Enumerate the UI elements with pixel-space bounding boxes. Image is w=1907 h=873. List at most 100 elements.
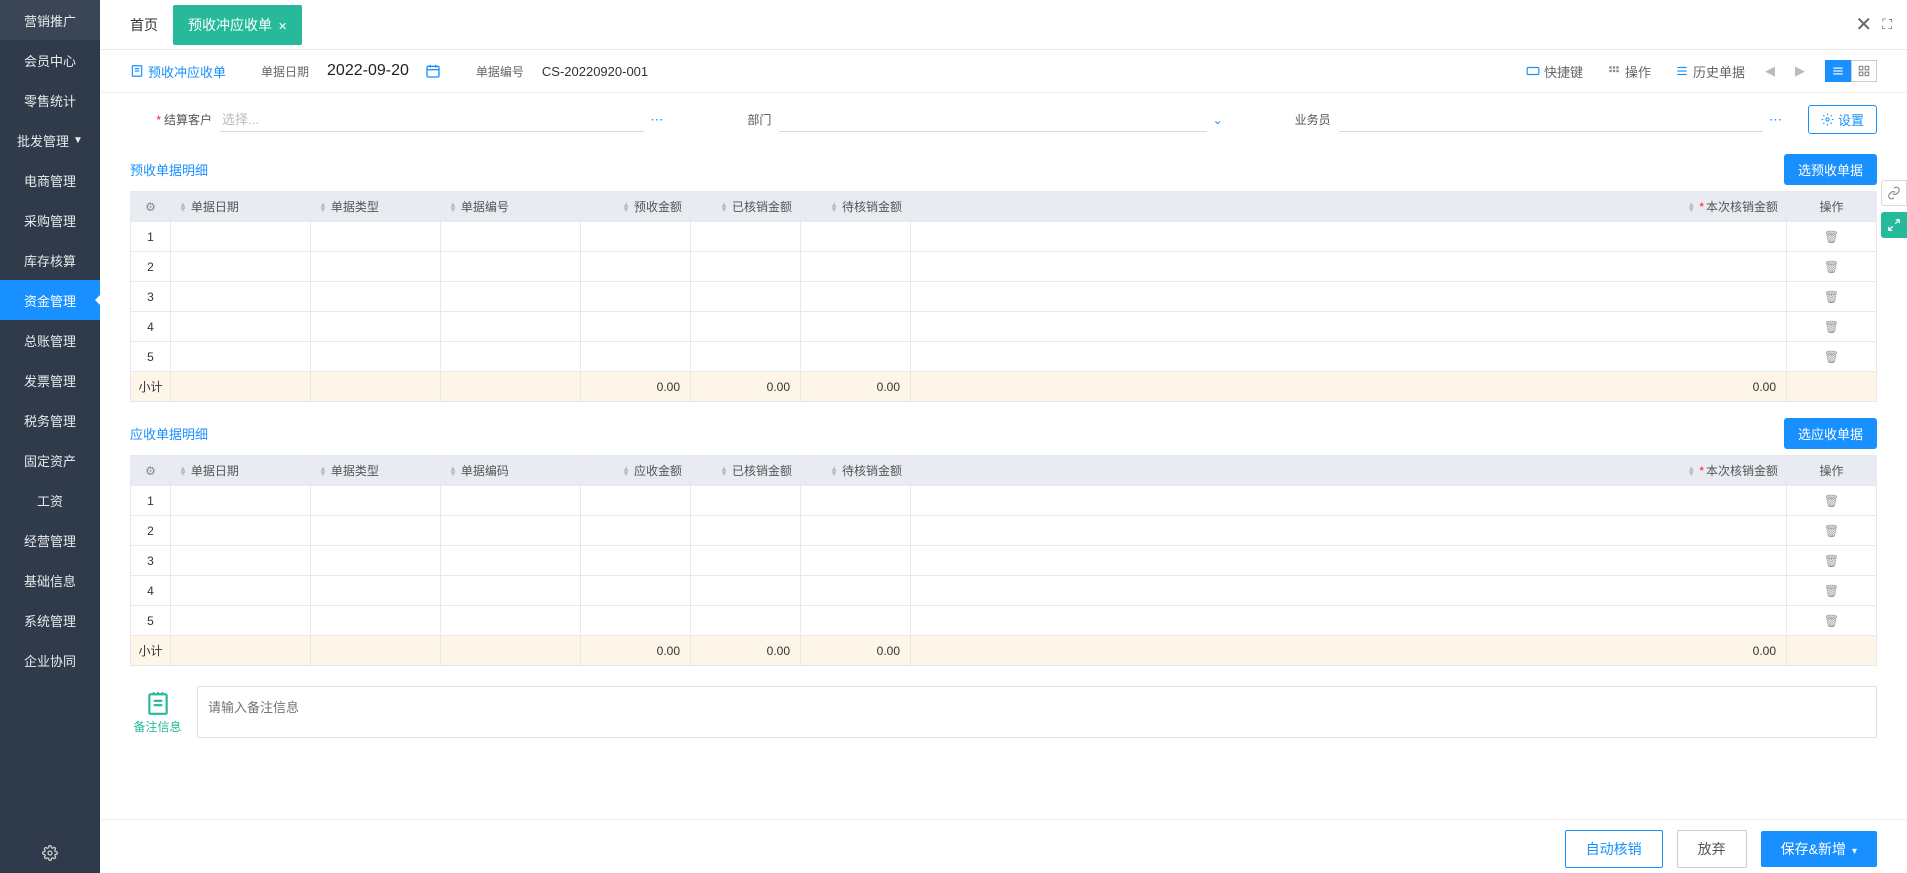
view-list-button[interactable] xyxy=(1825,60,1851,82)
select-advance-button[interactable]: 选预收单据 xyxy=(1784,154,1877,185)
sidebar-item-member[interactable]: 会员中心 xyxy=(0,40,100,80)
th-pending[interactable]: ▲▼待核销金额 xyxy=(801,192,911,222)
footer: 自动核销 放弃 保存&新增▾ xyxy=(100,819,1907,873)
delete-icon[interactable]: 🗑 xyxy=(1824,524,1839,538)
remark-label: 备注信息 xyxy=(130,686,185,738)
gear-icon xyxy=(42,845,58,861)
sidebar-item-purchase[interactable]: 采购管理 xyxy=(0,200,100,240)
th-amount[interactable]: ▲▼应收金额 xyxy=(581,456,691,486)
customer-more-icon[interactable]: ⋯ xyxy=(644,112,669,128)
th-this[interactable]: ▲▼*本次核销金额 xyxy=(911,456,1787,486)
delete-icon[interactable]: 🗑 xyxy=(1824,584,1839,598)
section-advance: 预收单据明细 选预收单据 ⚙ ▲▼单据日期 ▲▼单据类型 ▲▼单据编号 ▲▼预收… xyxy=(100,154,1907,402)
note-icon xyxy=(145,690,171,716)
table-row[interactable]: 5🗑 xyxy=(131,342,1877,372)
th-operate: 操作 xyxy=(1787,456,1877,486)
close-all-tabs[interactable]: ✕ xyxy=(1845,12,1882,37)
th-no[interactable]: ▲▼单据编号 xyxy=(441,192,581,222)
sidebar-item-tax[interactable]: 税务管理 xyxy=(0,400,100,440)
clerk-more-icon[interactable]: ⋯ xyxy=(1763,112,1788,128)
th-type[interactable]: ▲▼单据类型 xyxy=(311,456,441,486)
sidebar-item-basic[interactable]: 基础信息 xyxy=(0,560,100,600)
sidebar-item-marketing[interactable]: 营销推广 xyxy=(0,0,100,40)
next-doc-button[interactable]: ▶ xyxy=(1795,63,1805,79)
field-customer: *结算客户 ⋯ xyxy=(130,108,669,132)
prev-doc-button[interactable]: ◀ xyxy=(1765,63,1775,79)
grid-icon xyxy=(1607,64,1621,78)
remark-row: 备注信息 xyxy=(100,676,1907,748)
th-pending[interactable]: ▲▼待核销金额 xyxy=(801,456,911,486)
select-receivable-button[interactable]: 选应收单据 xyxy=(1784,418,1877,449)
sidebar-item-inventory[interactable]: 库存核算 xyxy=(0,240,100,280)
th-written[interactable]: ▲▼已核销金额 xyxy=(691,192,801,222)
auto-writeoff-button[interactable]: 自动核销 xyxy=(1565,830,1663,868)
th-this[interactable]: ▲▼*本次核销金额 xyxy=(911,192,1787,222)
date-value[interactable]: 2022-09-20 xyxy=(327,62,409,80)
table-config-button[interactable]: ⚙ xyxy=(131,192,171,222)
sidebar-settings-button[interactable] xyxy=(0,833,100,873)
clerk-input[interactable] xyxy=(1339,108,1763,132)
sidebar-item-salary[interactable]: 工资 xyxy=(0,480,100,520)
sidebar-item-retail-stats[interactable]: 零售统计 xyxy=(0,80,100,120)
delete-icon[interactable]: 🗑 xyxy=(1824,614,1839,628)
th-type[interactable]: ▲▼单据类型 xyxy=(311,192,441,222)
th-written[interactable]: ▲▼已核销金额 xyxy=(691,456,801,486)
history-button[interactable]: 历史单据 xyxy=(1675,62,1745,81)
link-icon[interactable] xyxy=(1881,180,1907,206)
view-grid-button[interactable] xyxy=(1851,60,1877,82)
setting-button[interactable]: 设置 xyxy=(1808,105,1877,134)
sidebar-item-collab[interactable]: 企业协同 xyxy=(0,640,100,680)
table-row[interactable]: 5🗑 xyxy=(131,606,1877,636)
customer-input[interactable] xyxy=(220,108,644,132)
table-row[interactable]: 2🗑 xyxy=(131,252,1877,282)
table-row[interactable]: 4🗑 xyxy=(131,312,1877,342)
th-code[interactable]: ▲▼单据编码 xyxy=(441,456,581,486)
table-row[interactable]: 2🗑 xyxy=(131,516,1877,546)
sidebar-item-system[interactable]: 系统管理 xyxy=(0,600,100,640)
close-icon[interactable]: ✕ xyxy=(278,21,287,33)
calendar-icon[interactable] xyxy=(425,63,441,79)
delete-icon[interactable]: 🗑 xyxy=(1824,494,1839,508)
delete-icon[interactable]: 🗑 xyxy=(1824,230,1839,244)
department-input[interactable] xyxy=(779,108,1206,132)
th-date[interactable]: ▲▼单据日期 xyxy=(171,456,311,486)
table-row[interactable]: 1🗑 xyxy=(131,486,1877,516)
delete-icon[interactable]: 🗑 xyxy=(1824,350,1839,364)
table-row[interactable]: 1🗑 xyxy=(131,222,1877,252)
operate-button[interactable]: 操作 xyxy=(1607,62,1651,81)
shortcut-button[interactable]: 快捷键 xyxy=(1526,62,1583,81)
sidebar-item-ecommerce[interactable]: 电商管理 xyxy=(0,160,100,200)
tab-advance-offset[interactable]: 预收冲应收单✕ xyxy=(173,5,302,45)
sidebar-item-invoice[interactable]: 发票管理 xyxy=(0,360,100,400)
chevron-down-icon[interactable]: ⌄ xyxy=(1207,113,1229,127)
document-icon xyxy=(130,64,144,78)
table-row[interactable]: 3🗑 xyxy=(131,282,1877,312)
tab-home[interactable]: 首页 xyxy=(115,5,173,45)
subtotal-label: 小计 xyxy=(131,636,171,666)
delete-icon[interactable]: 🗑 xyxy=(1824,260,1839,274)
save-new-button[interactable]: 保存&新增▾ xyxy=(1761,831,1877,867)
sidebar-item-assets[interactable]: 固定资产 xyxy=(0,440,100,480)
th-date[interactable]: ▲▼单据日期 xyxy=(171,192,311,222)
remark-input[interactable] xyxy=(197,686,1877,738)
subtotal-row: 小计0.000.000.000.00 xyxy=(131,636,1877,666)
doc-title[interactable]: 预收冲应收单 xyxy=(130,62,226,81)
sidebar-item-wholesale[interactable]: 批发管理▼ xyxy=(0,120,100,160)
list-icon xyxy=(1675,64,1689,78)
keyboard-icon xyxy=(1526,64,1540,78)
th-amount[interactable]: ▲▼预收金额 xyxy=(581,192,691,222)
sidebar-item-operation[interactable]: 经营管理 xyxy=(0,520,100,560)
tab-bar: 首页 预收冲应收单✕ ✕ ⛶ xyxy=(100,0,1907,50)
table-row[interactable]: 4🗑 xyxy=(131,576,1877,606)
delete-icon[interactable]: 🗑 xyxy=(1824,320,1839,334)
table-row[interactable]: 3🗑 xyxy=(131,546,1877,576)
sidebar-item-ledger[interactable]: 总账管理 xyxy=(0,320,100,360)
sidebar-item-funds[interactable]: 资金管理 xyxy=(0,280,100,320)
sidebar: 营销推广 会员中心 零售统计 批发管理▼ 电商管理 采购管理 库存核算 资金管理… xyxy=(0,0,100,873)
table-config-button[interactable]: ⚙ xyxy=(131,456,171,486)
delete-icon[interactable]: 🗑 xyxy=(1824,554,1839,568)
fullscreen-icon[interactable]: ⛶ xyxy=(1882,16,1892,33)
delete-icon[interactable]: 🗑 xyxy=(1824,290,1839,304)
discard-button[interactable]: 放弃 xyxy=(1677,830,1747,868)
expand-icon[interactable] xyxy=(1881,212,1907,238)
